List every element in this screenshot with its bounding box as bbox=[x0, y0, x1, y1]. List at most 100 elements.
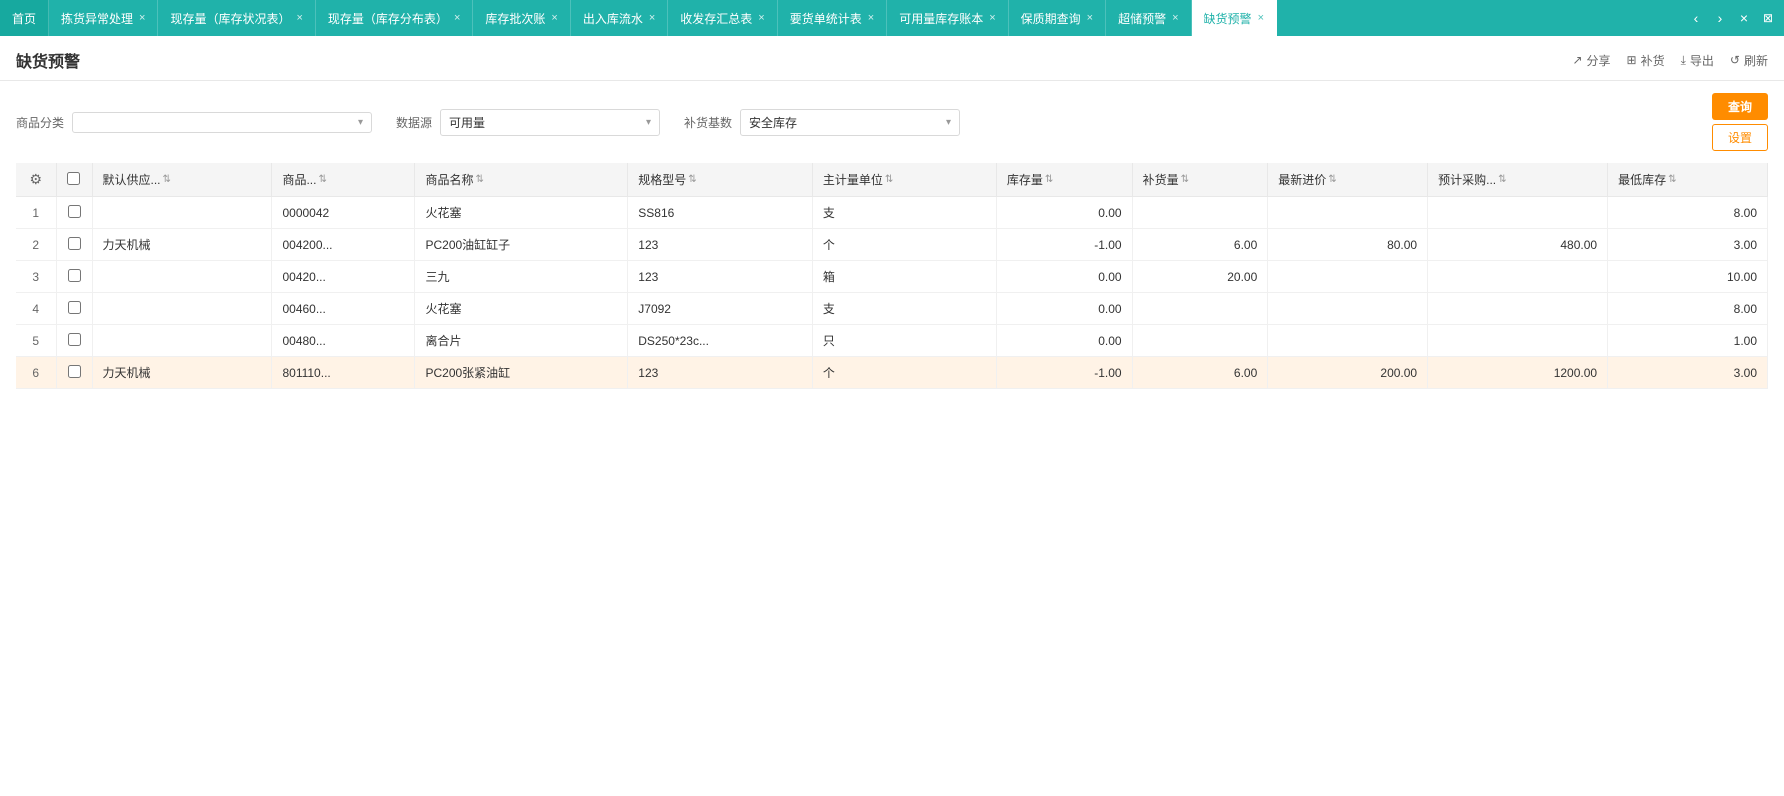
datasource-select[interactable]: 可用量 ▾ bbox=[440, 109, 660, 136]
row-checkbox[interactable] bbox=[68, 333, 81, 346]
row-stock-qty: 0.00 bbox=[996, 261, 1132, 293]
row-checkbox[interactable] bbox=[68, 269, 81, 282]
col-latest-price[interactable]: 最新进价 ⇅ bbox=[1268, 163, 1428, 197]
tab-batch[interactable]: 库存批次账 × bbox=[473, 0, 570, 36]
row-checkbox-cell[interactable] bbox=[56, 197, 92, 229]
table-container: ⚙ 默认供应... ⇅ 商品... ⇅ bbox=[0, 163, 1784, 389]
row-seq: 3 bbox=[16, 261, 56, 293]
row-checkbox[interactable] bbox=[68, 301, 81, 314]
settings-button[interactable]: 设置 bbox=[1712, 124, 1768, 151]
col-stock-sort-icon: ⇅ bbox=[1045, 174, 1053, 185]
row-checkbox-cell[interactable] bbox=[56, 261, 92, 293]
share-btn[interactable]: ↗ 分享 bbox=[1572, 52, 1610, 69]
row-unit: 箱 bbox=[812, 261, 996, 293]
col-product-name[interactable]: 商品名称 ⇅ bbox=[415, 163, 628, 197]
row-stock-qty: 0.00 bbox=[996, 197, 1132, 229]
tab-inventory-dist[interactable]: 现存量（库存分布表） × bbox=[316, 0, 473, 36]
row-seq: 1 bbox=[16, 197, 56, 229]
tab-inventory-status-label: 现存量（库存状况表） bbox=[170, 10, 290, 27]
col-product-code[interactable]: 商品... ⇅ bbox=[272, 163, 415, 197]
category-label: 商品分类 bbox=[16, 114, 64, 131]
col-stock[interactable]: 库存量 ⇅ bbox=[996, 163, 1132, 197]
row-supplier: 力天机械 bbox=[92, 229, 272, 261]
tab-close-current-btn[interactable]: × bbox=[1732, 6, 1756, 30]
row-unit: 支 bbox=[812, 197, 996, 229]
row-checkbox-cell[interactable] bbox=[56, 293, 92, 325]
category-arrow-icon: ▾ bbox=[358, 117, 363, 128]
tab-close-all-btn[interactable]: ⊠ bbox=[1756, 6, 1780, 30]
tab-bar: 首页 拣货异常处理 × 现存量（库存状况表） × 现存量（库存分布表） × 库存… bbox=[0, 0, 1784, 36]
tab-inventory-status-close[interactable]: × bbox=[296, 12, 302, 24]
col-unit[interactable]: 主计量单位 ⇅ bbox=[812, 163, 996, 197]
row-checkbox[interactable] bbox=[68, 205, 81, 218]
table-row: 1 0000042 火花塞 SS816 支 0.00 8.00 bbox=[16, 197, 1768, 229]
row-stock-qty: -1.00 bbox=[996, 357, 1132, 389]
gear-col[interactable]: ⚙ bbox=[16, 163, 56, 197]
tab-inout-close[interactable]: × bbox=[649, 12, 655, 24]
tab-exception[interactable]: 拣货异常处理 × bbox=[49, 0, 158, 36]
row-checkbox-cell[interactable] bbox=[56, 229, 92, 261]
col-est-purchase[interactable]: 预计采购... ⇅ bbox=[1428, 163, 1608, 197]
refresh-icon: ↺ bbox=[1730, 53, 1740, 67]
tab-inout[interactable]: 出入库流水 × bbox=[571, 0, 668, 36]
tab-inventory-dist-close[interactable]: × bbox=[454, 12, 460, 24]
row-product-name: PC200张紧油缸 bbox=[415, 357, 628, 389]
replenish-btn[interactable]: ⊞ 补货 bbox=[1627, 52, 1665, 69]
replenish-icon: ⊞ bbox=[1627, 53, 1637, 67]
checkbox-col-header[interactable] bbox=[56, 163, 92, 197]
row-checkbox-cell[interactable] bbox=[56, 357, 92, 389]
action-buttons: 查询 设置 bbox=[1712, 93, 1768, 151]
tab-overstock[interactable]: 超储预警 × bbox=[1106, 0, 1191, 36]
tab-overstock-close[interactable]: × bbox=[1172, 12, 1178, 24]
export-btn[interactable]: ⤓ 导出 bbox=[1681, 52, 1714, 69]
col-supplier[interactable]: 默认供应... ⇅ bbox=[92, 163, 272, 197]
row-checkbox[interactable] bbox=[68, 237, 81, 250]
tab-receive[interactable]: 收发存汇总表 × bbox=[668, 0, 777, 36]
refresh-btn[interactable]: ↺ 刷新 bbox=[1730, 52, 1768, 69]
select-all-checkbox[interactable] bbox=[67, 172, 80, 185]
share-label: 分享 bbox=[1587, 52, 1611, 69]
replenish-base-select[interactable]: 安全库存 ▾ bbox=[740, 109, 960, 136]
row-unit: 个 bbox=[812, 357, 996, 389]
tab-receive-close[interactable]: × bbox=[758, 12, 764, 24]
tab-home[interactable]: 首页 bbox=[0, 0, 49, 36]
table-body: 1 0000042 火花塞 SS816 支 0.00 8.00 2 力天机械 0… bbox=[16, 197, 1768, 389]
row-est-purchase: 480.00 bbox=[1428, 229, 1608, 261]
col-product-name-label: 商品名称 bbox=[425, 171, 473, 188]
tab-prev-btn[interactable]: ‹ bbox=[1684, 6, 1708, 30]
tab-order-close[interactable]: × bbox=[868, 12, 874, 24]
tab-nav-btns: ‹ › × ⊠ bbox=[1684, 6, 1784, 30]
tab-shortage-close[interactable]: × bbox=[1258, 12, 1264, 24]
col-spec-sort-icon: ⇅ bbox=[688, 174, 696, 185]
tab-next-btn[interactable]: › bbox=[1708, 6, 1732, 30]
query-button[interactable]: 查询 bbox=[1712, 93, 1768, 120]
row-product-code: 0000042 bbox=[272, 197, 415, 229]
tab-exception-close[interactable]: × bbox=[139, 12, 145, 24]
col-spec[interactable]: 规格型号 ⇅ bbox=[628, 163, 813, 197]
tab-order[interactable]: 要货单统计表 × bbox=[778, 0, 887, 36]
tab-available[interactable]: 可用量库存账本 × bbox=[887, 0, 1008, 36]
row-checkbox[interactable] bbox=[68, 365, 81, 378]
tab-expiry[interactable]: 保质期查询 × bbox=[1009, 0, 1106, 36]
col-supplier-sort-icon: ⇅ bbox=[163, 174, 171, 185]
tab-inventory-status[interactable]: 现存量（库存状况表） × bbox=[158, 0, 315, 36]
tab-batch-close[interactable]: × bbox=[551, 12, 557, 24]
share-icon: ↗ bbox=[1572, 53, 1582, 67]
row-min-stock: 3.00 bbox=[1608, 357, 1768, 389]
row-stock-qty: -1.00 bbox=[996, 229, 1132, 261]
row-latest-price bbox=[1268, 293, 1428, 325]
row-spec: 123 bbox=[628, 229, 813, 261]
row-checkbox-cell[interactable] bbox=[56, 325, 92, 357]
tab-shortage-label: 缺货预警 bbox=[1204, 10, 1252, 27]
tab-shortage[interactable]: 缺货预警 × bbox=[1192, 0, 1277, 36]
row-est-purchase bbox=[1428, 197, 1608, 229]
row-stock-qty: 0.00 bbox=[996, 293, 1132, 325]
tab-batch-label: 库存批次账 bbox=[485, 10, 545, 27]
tab-expiry-close[interactable]: × bbox=[1087, 12, 1093, 24]
tab-available-close[interactable]: × bbox=[989, 12, 995, 24]
table-row: 3 00420... 三九 123 箱 0.00 20.00 10.00 bbox=[16, 261, 1768, 293]
gear-icon[interactable]: ⚙ bbox=[29, 171, 42, 187]
col-min-stock[interactable]: 最低库存 ⇅ bbox=[1608, 163, 1768, 197]
category-select[interactable]: ▾ bbox=[72, 112, 372, 133]
col-replenish[interactable]: 补货量 ⇅ bbox=[1132, 163, 1268, 197]
